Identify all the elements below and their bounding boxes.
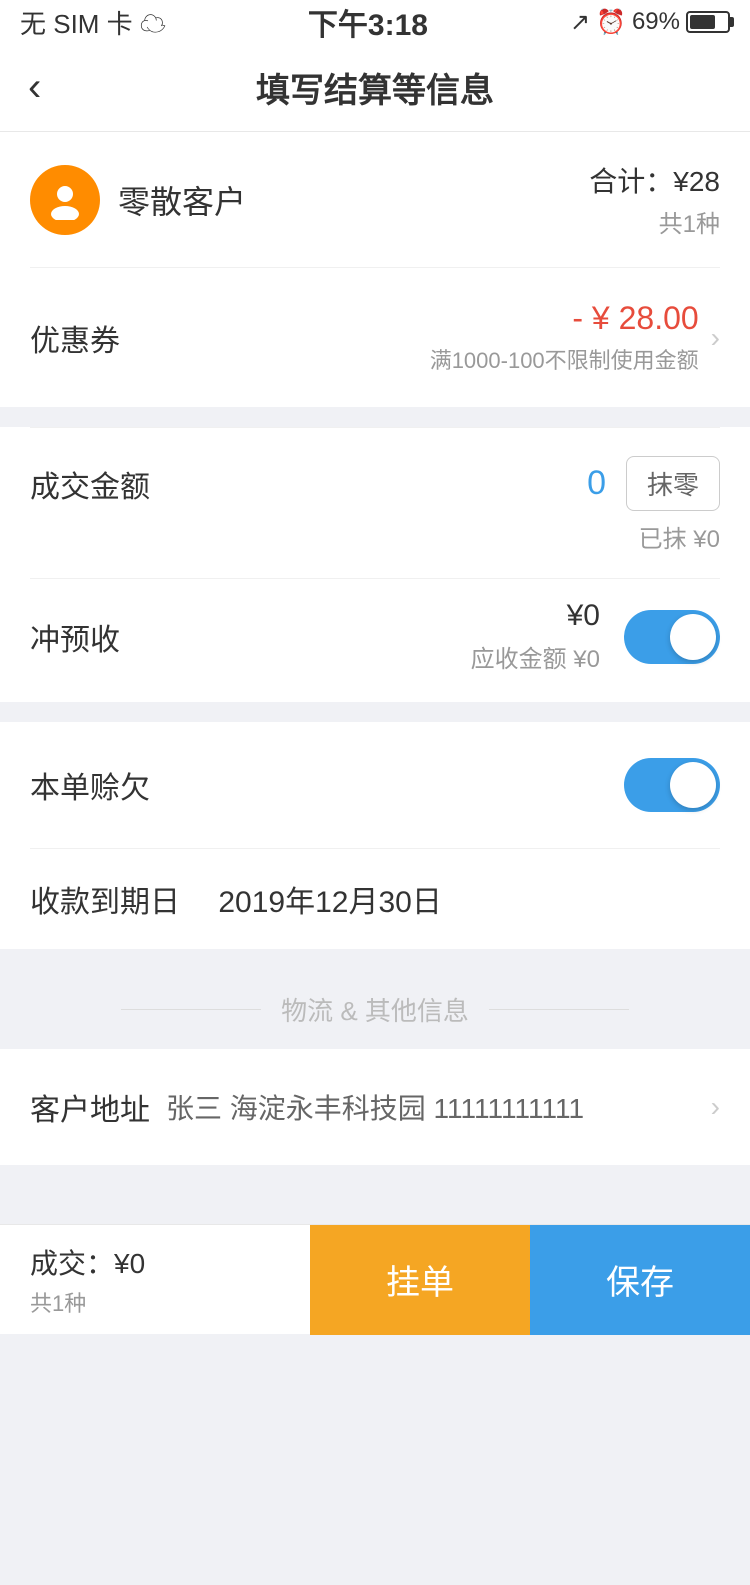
divider-line-right: [489, 1009, 629, 1010]
debt-toggle-knob: [670, 762, 716, 808]
debt-row: 本单赊欠: [30, 722, 720, 848]
address-value: 张三 海淀永丰科技园 11111111111: [166, 1087, 695, 1127]
logistics-divider-inner: 物流 & 其他信息: [121, 991, 629, 1028]
page-title: 填写结算等信息: [256, 63, 494, 112]
deal-row: 成交金额 0 抹零 已抹 ¥0: [30, 427, 720, 578]
prereceive-row: 冲预收 ¥0 应收金额 ¥0: [30, 578, 720, 702]
debt-toggle[interactable]: [624, 758, 720, 812]
bottom-deal-label: 成交：¥0: [30, 1242, 280, 1282]
prereceive-main: ¥0: [471, 599, 600, 633]
customer-section: 零散客户 合计：¥28 共1种 优惠券 - ¥ 28.00 满1000-100不…: [0, 132, 750, 407]
sim-wifi-label: 无 SIM 卡 ☁: [20, 4, 166, 41]
deal-section: 成交金额 0 抹零 已抹 ¥0 冲预收 ¥0 应收金额 ¥0: [0, 427, 750, 702]
bottom-summary: 成交：¥0 共1种: [0, 1242, 310, 1318]
customer-left: 零散客户: [30, 165, 246, 235]
address-row[interactable]: 客户地址 张三 海淀永丰科技园 11111111111 ›: [30, 1049, 720, 1165]
section-gap-3: [0, 949, 750, 969]
logistics-divider: 物流 & 其他信息: [0, 969, 750, 1049]
status-time: 下午3:18: [308, 0, 428, 44]
location-icon: ↗: [570, 8, 590, 37]
deal-right-top: 0 抹零: [587, 456, 720, 511]
battery-label: 69%: [632, 8, 680, 36]
customer-row: 零散客户 合计：¥28 共1种: [30, 132, 720, 267]
customer-right: 合计：¥28 共1种: [589, 160, 720, 239]
deal-label: 成交金额: [30, 462, 150, 506]
customer-avatar: [30, 165, 100, 235]
bottom-bar: 成交：¥0 共1种 挂单 保存: [0, 1224, 750, 1334]
deal-row-top: 成交金额 0 抹零: [30, 456, 720, 511]
logistics-label: 物流 & 其他信息: [281, 991, 469, 1028]
duedate-label: 收款到期日: [30, 886, 180, 919]
user-icon: [45, 180, 85, 220]
customer-count: 共1种: [589, 204, 720, 239]
divider-line-left: [121, 1009, 261, 1010]
nav-bar: ‹ 填写结算等信息: [0, 44, 750, 132]
status-left: 无 SIM 卡 ☁: [20, 4, 166, 41]
save-button[interactable]: 保存: [530, 1225, 750, 1335]
bottom-deal-value: ¥0: [114, 1248, 145, 1279]
alarm-icon: ⏰: [596, 8, 626, 37]
prereceive-sub: 应收金额 ¥0: [471, 639, 600, 674]
deal-row-sub: 已抹 ¥0: [30, 511, 720, 570]
bottom-count: 共1种: [30, 1286, 280, 1318]
section-gap-1: [0, 407, 750, 427]
coupon-value-area: - ¥ 28.00 满1000-100不限制使用金额: [430, 300, 699, 375]
coupon-right: - ¥ 28.00 满1000-100不限制使用金额 ›: [430, 300, 720, 375]
prereceive-label: 冲预收: [30, 615, 120, 659]
coupon-row[interactable]: 优惠券 - ¥ 28.00 满1000-100不限制使用金额 ›: [30, 267, 720, 407]
prereceive-right: ¥0 应收金额 ¥0: [471, 599, 720, 674]
duedate-row: 收款到期日 2019年12月30日: [30, 848, 720, 949]
status-bar: 无 SIM 卡 ☁ 下午3:18 ↗ ⏰ 69%: [0, 0, 750, 44]
customer-name: 零散客户: [118, 177, 246, 223]
debt-section: 本单赊欠 收款到期日 2019年12月30日: [0, 722, 750, 949]
status-right: ↗ ⏰ 69%: [570, 8, 730, 37]
deal-amount-value: 0: [587, 464, 606, 503]
round-zero-button[interactable]: 抹零: [626, 456, 720, 511]
address-chevron-icon: ›: [711, 1091, 720, 1123]
debt-label: 本单赊欠: [30, 763, 150, 807]
battery-icon: [686, 11, 730, 33]
bottom-deal-text: 成交：: [30, 1248, 114, 1279]
section-gap-2: [0, 702, 750, 722]
customer-total: 合计：¥28: [589, 160, 720, 200]
prereceive-value-area: ¥0 应收金额 ¥0: [471, 599, 600, 674]
pending-button[interactable]: 挂单: [310, 1225, 530, 1335]
prereceive-toggle[interactable]: [624, 610, 720, 664]
coupon-desc: 满1000-100不限制使用金额: [430, 343, 699, 375]
coupon-discount: - ¥ 28.00: [430, 300, 699, 337]
toggle-knob: [670, 614, 716, 660]
chevron-right-icon: ›: [711, 322, 720, 354]
address-label: 客户地址: [30, 1085, 150, 1129]
content: 零散客户 合计：¥28 共1种 优惠券 - ¥ 28.00 满1000-100不…: [0, 132, 750, 1585]
address-section: 客户地址 张三 海淀永丰科技园 11111111111 ›: [0, 1049, 750, 1165]
coupon-label: 优惠券: [30, 316, 120, 360]
back-button[interactable]: ‹: [28, 65, 41, 110]
duedate-value: 2019年12月30日: [218, 886, 441, 919]
